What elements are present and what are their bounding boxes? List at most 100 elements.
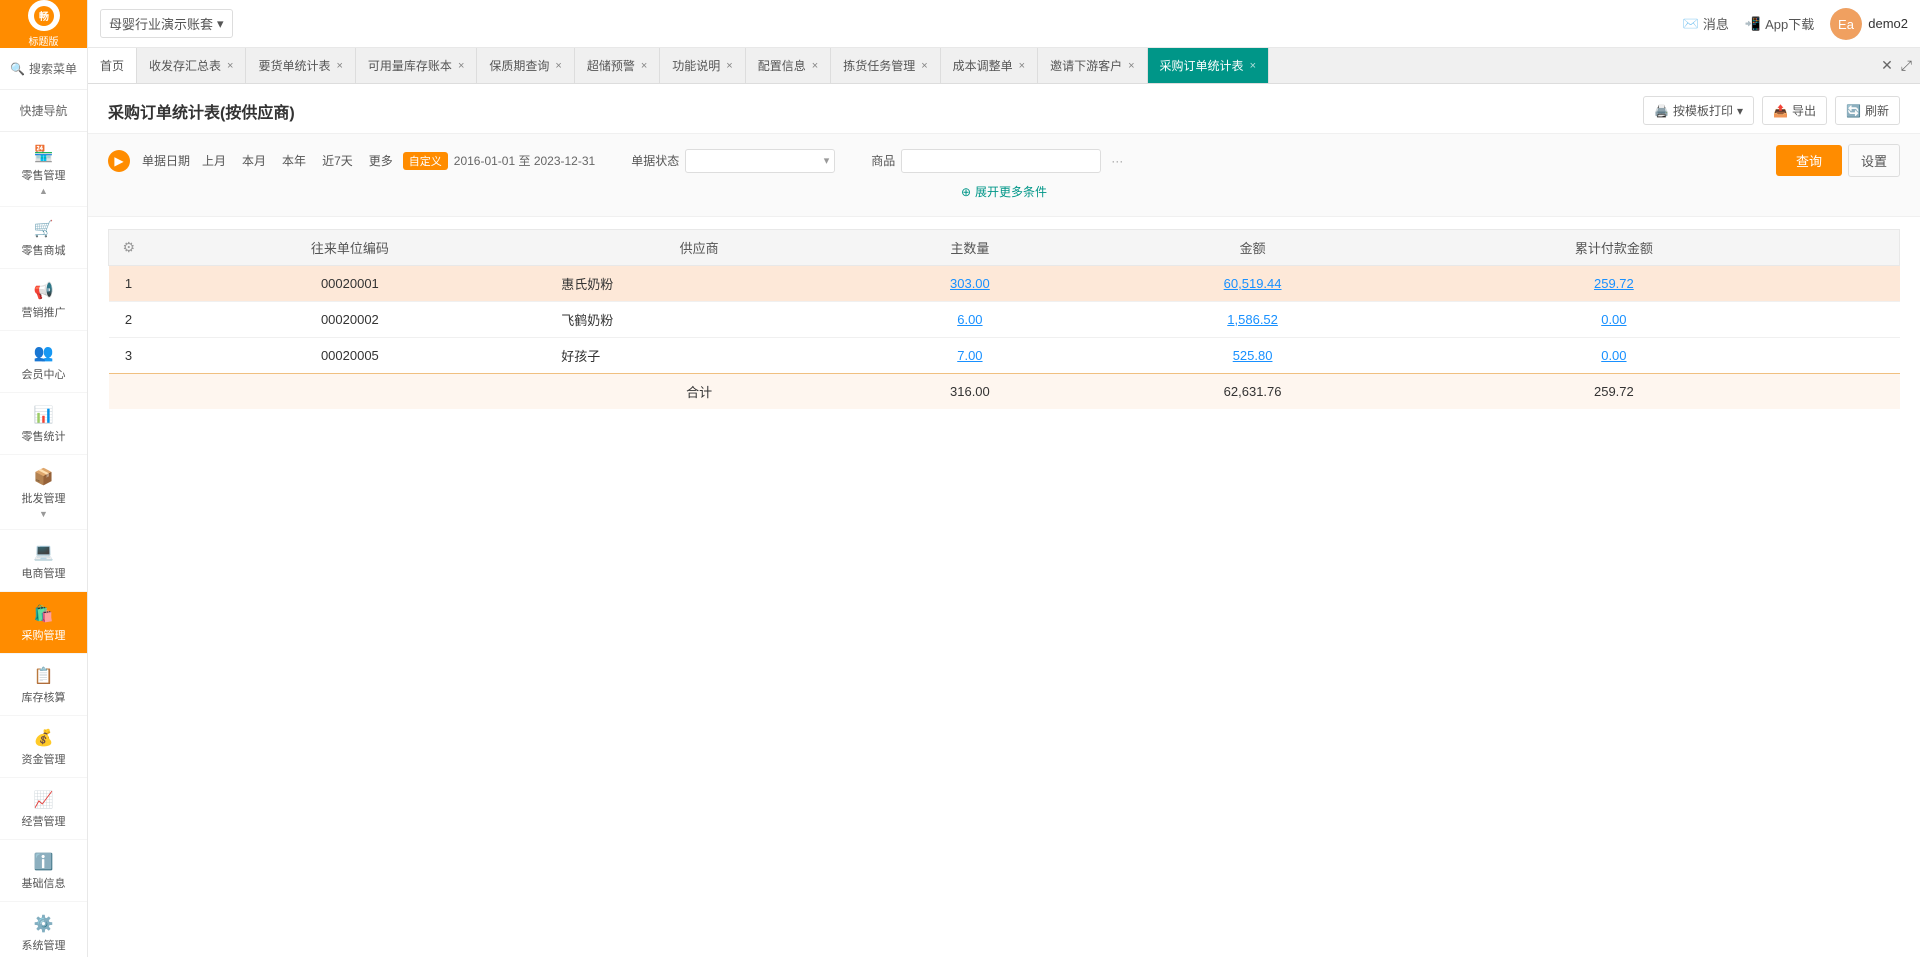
expand-label: 展开更多条件 [975,183,1047,200]
goods-filter-label: 商品 [871,152,895,169]
sidebar-item-inventory[interactable]: 📋 库存核算 [0,654,87,716]
sidebar-item-retail-manage[interactable]: 🏪 零售管理 ▲ [0,132,87,207]
expand-icon: ⊕ [961,185,971,199]
date-7days[interactable]: 近7天 [316,150,359,171]
tab-order-summary-close[interactable]: × [336,60,342,72]
search-menu-button[interactable]: 🔍 搜索菜单 [6,56,81,81]
date-custom-tag[interactable]: 自定义 [403,152,448,170]
settings-icon[interactable]: ⚙ [122,239,135,255]
sidebar-item-system[interactable]: ⚙️ 系统管理 [0,902,87,957]
message-button[interactable]: ✉️ 消息 [1683,14,1729,33]
date-range-display: 2016-01-01 至 2023-12-31 [454,152,595,169]
print-button[interactable]: 🖨️ 按模板打印 ▾ [1643,96,1754,125]
tab-config-info-close[interactable]: × [812,60,818,72]
sidebar-item-wholesale[interactable]: 📦 批发管理 ▼ [0,455,87,530]
row3-code: 00020005 [149,338,552,374]
row2-amount-link[interactable]: 1,586.52 [1227,312,1278,327]
date-this-month[interactable]: 本月 [236,150,272,171]
marketing-label: 营销推广 [22,304,66,320]
tab-config-info[interactable]: 配置信息 × [746,48,831,83]
close-all-tabs-button[interactable]: ✕ [1881,57,1893,74]
date-more[interactable]: 更多 [363,150,399,171]
user-menu[interactable]: Ea demo2 [1830,8,1908,40]
row1-paid-link[interactable]: 259.72 [1594,276,1634,291]
setting-button[interactable]: 设置 [1848,144,1900,177]
tab-cost-adjust[interactable]: 成本调整单 × [941,48,1038,83]
row3-amount-link[interactable]: 525.80 [1233,348,1273,363]
col-settings: ⚙ [109,230,149,266]
tab-purchase-order-summary[interactable]: 采购订单统计表 × [1148,48,1269,83]
date-this-year[interactable]: 本年 [276,150,312,171]
row2-supplier: 飞鹤奶粉 [551,302,847,338]
account-dropdown[interactable]: 母婴行业演示账套 ▾ [100,9,233,38]
tab-collect-summary-close[interactable]: × [227,60,233,72]
sidebar-item-purchase[interactable]: 🛍️ 采购管理 [0,592,87,654]
tab-function-desc-close[interactable]: × [726,60,732,72]
quick-nav-label: 快捷导航 [19,102,67,119]
avatar: Ea [1830,8,1862,40]
tab-collect-summary[interactable]: 收发存汇总表 × [137,48,246,83]
sidebar-item-retail-mall[interactable]: 🛒 零售商城 [0,207,87,269]
status-select[interactable] [685,149,835,173]
tab-overstock-close[interactable]: × [641,60,647,72]
topbar: 母婴行业演示账套 ▾ ✉️ 消息 📲 App下载 Ea demo2 [88,0,1920,48]
tab-inventory-ledger[interactable]: 可用量库存账本 × [356,48,477,83]
filter-collapse-button[interactable]: ▶ [108,150,130,172]
tab-picking-task-label: 拣货任务管理 [843,57,915,74]
goods-more-icon[interactable]: ··· [1111,154,1123,168]
expand-tabs-button[interactable]: ⤢ [1901,57,1912,74]
export-button[interactable]: 📤 导出 [1762,96,1827,125]
quick-nav-button[interactable]: 快捷导航 [0,94,87,127]
app-download-button[interactable]: 📲 App下载 [1745,14,1814,33]
query-button[interactable]: 查询 [1776,145,1842,176]
row3-paid-link[interactable]: 0.00 [1601,348,1626,363]
username-label: demo2 [1868,16,1908,31]
footer-qty: 316.00 [847,374,1093,410]
row2-qty: 6.00 [847,302,1093,338]
retail-manage-label: 零售管理 [22,167,66,183]
row2-paid-link[interactable]: 0.00 [1601,312,1626,327]
footer-empty1 [109,374,149,410]
expand-conditions-button[interactable]: ⊕ 展开更多条件 [961,183,1047,200]
sidebar-item-marketing[interactable]: 📢 营销推广 [0,269,87,331]
goods-input[interactable] [901,149,1101,173]
refresh-button[interactable]: 🔄 刷新 [1835,96,1900,125]
sidebar-item-ecommerce[interactable]: 💻 电商管理 [0,530,87,592]
sidebar-item-retail-stats[interactable]: 📊 零售统计 [0,393,87,455]
data-table: ⚙ 往来单位编码 供应商 主数量 金额 累计付款金额 1 00020001 [108,229,1900,409]
row3-extra [1815,338,1899,374]
row1-supplier: 惠氏奶粉 [551,266,847,302]
tab-invite-downstream-close[interactable]: × [1128,60,1134,72]
sidebar-item-basic-info[interactable]: ℹ️ 基础信息 [0,840,87,902]
tab-inventory-ledger-close[interactable]: × [458,60,464,72]
tab-picking-task-close[interactable]: × [921,60,927,72]
date-filter-label: 单据日期 [142,152,190,169]
row1-amount-link[interactable]: 60,519.44 [1224,276,1282,291]
system-icon: ⚙️ [34,914,54,934]
sidebar-item-member[interactable]: 👥 会员中心 [0,331,87,393]
tab-cost-adjust-close[interactable]: × [1019,60,1025,72]
sidebar-item-operations[interactable]: 📈 经营管理 [0,778,87,840]
row3-qty-link[interactable]: 7.00 [957,348,982,363]
tab-warranty-close[interactable]: × [555,60,561,72]
tab-overstock[interactable]: 超储预警 × [575,48,660,83]
tab-invite-downstream[interactable]: 邀请下游客户 × [1038,48,1147,83]
tab-function-desc[interactable]: 功能说明 × [660,48,745,83]
footer-extra [1815,374,1899,410]
sidebar-items-list: 🏪 零售管理 ▲ 🛒 零售商城 📢 营销推广 👥 会员中心 📊 零售统计 📦 批… [0,132,87,957]
row2-paid: 0.00 [1413,302,1816,338]
row2-qty-link[interactable]: 6.00 [957,312,982,327]
print-icon: 🖨️ [1654,104,1669,118]
tab-order-summary[interactable]: 要货单统计表 × [246,48,355,83]
tab-home[interactable]: 首页 [88,48,137,83]
sidebar-logo[interactable]: 畅 标题版 [0,0,87,48]
inventory-icon: 📋 [34,666,54,686]
sidebar-item-finance[interactable]: 💰 资金管理 [0,716,87,778]
row1-qty-link[interactable]: 303.00 [950,276,990,291]
date-last-month[interactable]: 上月 [196,150,232,171]
tab-home-label: 首页 [100,57,124,74]
tab-purchase-order-summary-close[interactable]: × [1250,60,1256,72]
topbar-right: ✉️ 消息 📲 App下载 Ea demo2 [1683,8,1908,40]
tab-picking-task[interactable]: 拣货任务管理 × [831,48,940,83]
tab-warranty[interactable]: 保质期查询 × [477,48,574,83]
